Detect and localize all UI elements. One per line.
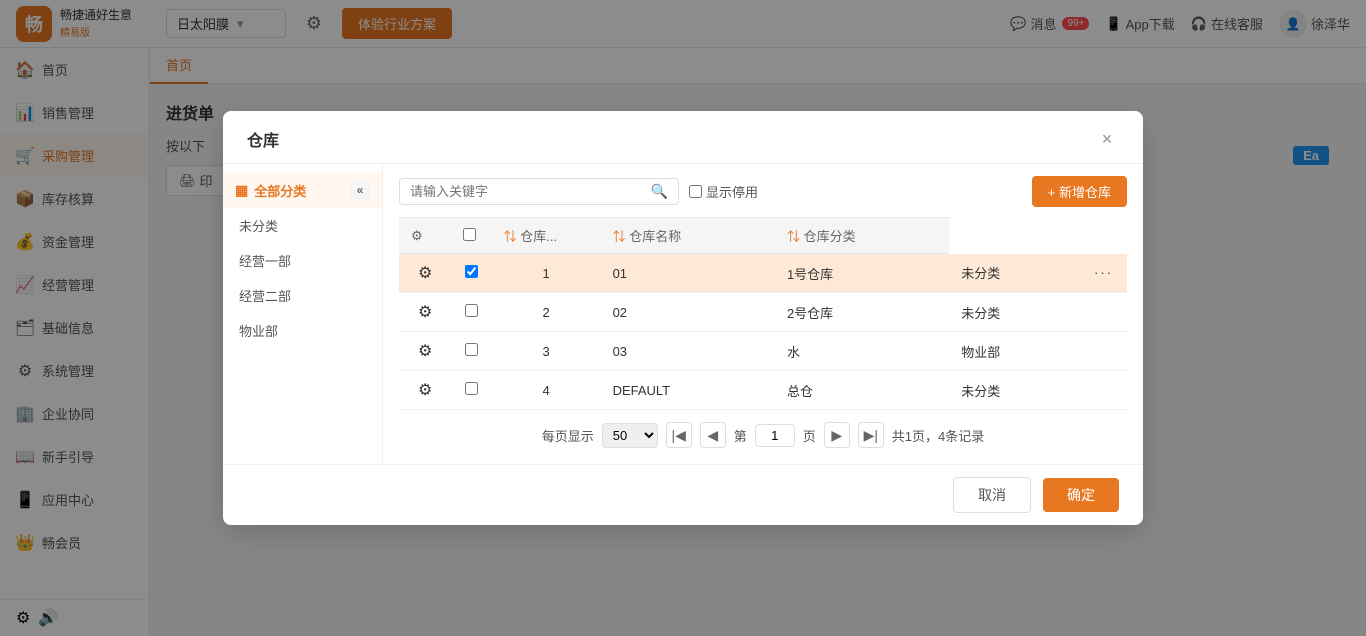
col-settings-icon: ⚙ [411, 228, 423, 243]
th-category: ⇅ 仓库分类 [775, 218, 949, 254]
th-code: ⇅ 仓库... [492, 218, 601, 254]
row-name-3: 总仓 [775, 371, 949, 410]
row-category-0: 未分类 [949, 254, 1080, 293]
modal-close-btn[interactable]: × [1095, 127, 1119, 151]
page-next-btn[interactable]: ▶ [824, 422, 850, 448]
table-head: ⚙ ⇅ 仓库... ⇅ 仓库名称 [399, 218, 1127, 254]
th-settings: ⚙ [399, 218, 451, 254]
row-checkbox-0[interactable] [465, 265, 478, 278]
row-code-2: 03 [601, 332, 775, 371]
page-label: 第 [734, 426, 747, 445]
row-more-0[interactable]: ··· [1080, 254, 1127, 293]
sort-icon-cat: ⇅ [787, 229, 800, 244]
warehouse-modal: 仓库 × ▦ 全部分类 « 未分类 经营一部 经营二部 物业部 [223, 111, 1143, 525]
per-page-select[interactable]: 50 10 20 100 [602, 423, 658, 448]
modal-overlay: 仓库 × ▦ 全部分类 « 未分类 经营一部 经营二部 物业部 [0, 0, 1366, 636]
warehouse-tbody: ⚙ 1 01 1号仓库 未分类 ··· ⚙ 2 02 2号仓库 未分类 ⚙ 3 [399, 254, 1127, 410]
row-category-3: 未分类 [949, 371, 1080, 410]
show-disabled-text: 显示停用 [706, 182, 758, 201]
th-name: ⇅ 仓库名称 [601, 218, 775, 254]
row-more-2[interactable] [1080, 332, 1127, 371]
row-name-0: 1号仓库 [775, 254, 949, 293]
row-more-3[interactable] [1080, 371, 1127, 410]
page-input[interactable] [755, 424, 795, 447]
warehouse-table: ⚙ ⇅ 仓库... ⇅ 仓库名称 [399, 217, 1127, 410]
row-settings-0[interactable]: ⚙ [399, 254, 451, 293]
row-index-1: 2 [492, 293, 601, 332]
category-unclassified[interactable]: 未分类 [223, 208, 382, 243]
th-check [451, 218, 491, 254]
show-disabled-label[interactable]: 显示停用 [689, 182, 758, 201]
category-panel: ▦ 全部分类 « 未分类 经营一部 经营二部 物业部 [223, 164, 383, 464]
modal-footer: 取消 确定 [223, 464, 1143, 525]
modal-header: 仓库 × [223, 111, 1143, 164]
cancel-button[interactable]: 取消 [953, 477, 1031, 513]
row-category-2: 物业部 [949, 332, 1080, 371]
row-checkbox-2[interactable] [465, 343, 478, 356]
table-panel: 🔍 显示停用 + 新增仓库 ⚙ [383, 164, 1143, 464]
row-name-2: 水 [775, 332, 949, 371]
row-more-1[interactable] [1080, 293, 1127, 332]
row-code-0: 01 [601, 254, 775, 293]
row-category-1: 未分类 [949, 293, 1080, 332]
row-settings-3[interactable]: ⚙ [399, 371, 451, 410]
category-all-item[interactable]: ▦ 全部分类 « [223, 172, 382, 208]
search-input[interactable] [410, 184, 651, 199]
page-first-btn[interactable]: |◀ [666, 422, 692, 448]
confirm-button[interactable]: 确定 [1043, 478, 1119, 512]
sort-icon-code: ⇅ [504, 229, 517, 244]
row-name-1: 2号仓库 [775, 293, 949, 332]
row-code-1: 02 [601, 293, 775, 332]
table-header-row: ⚙ ⇅ 仓库... ⇅ 仓库名称 [399, 218, 1127, 254]
table-toolbar: 🔍 显示停用 + 新增仓库 [399, 176, 1127, 207]
row-check-1 [451, 293, 491, 332]
per-page-label: 每页显示 [542, 426, 594, 445]
show-disabled-checkbox[interactable] [689, 185, 702, 198]
modal-body: ▦ 全部分类 « 未分类 经营一部 经营二部 物业部 🔍 [223, 164, 1143, 464]
category-dept1[interactable]: 经营一部 [223, 243, 382, 278]
table-row[interactable]: ⚙ 4 DEFAULT 总仓 未分类 [399, 371, 1127, 410]
collapse-btn[interactable]: « [350, 180, 370, 200]
category-property[interactable]: 物业部 [223, 313, 382, 348]
row-checkbox-3[interactable] [465, 382, 478, 395]
row-settings-1[interactable]: ⚙ [399, 293, 451, 332]
row-checkbox-1[interactable] [465, 304, 478, 317]
row-check-2 [451, 332, 491, 371]
page-last-btn[interactable]: ▶| [858, 422, 884, 448]
pagination: 每页显示 50 10 20 100 |◀ ◀ 第 页 ▶ ▶| 共1页，4条记录 [399, 410, 1127, 452]
row-settings-2[interactable]: ⚙ [399, 332, 451, 371]
category-all-label: 全部分类 [254, 181, 306, 200]
category-all-grid-icon: ▦ [235, 182, 248, 199]
row-check-0 [451, 254, 491, 293]
row-check-3 [451, 371, 491, 410]
row-index-3: 4 [492, 371, 601, 410]
row-code-3: DEFAULT [601, 371, 775, 410]
modal-title: 仓库 [247, 127, 279, 151]
search-icon[interactable]: 🔍 [651, 183, 668, 200]
page-prev-btn[interactable]: ◀ [700, 422, 726, 448]
table-row[interactable]: ⚙ 2 02 2号仓库 未分类 [399, 293, 1127, 332]
sort-icon-name: ⇅ [613, 229, 626, 244]
select-all-checkbox[interactable] [463, 228, 476, 241]
search-input-wrap: 🔍 [399, 178, 679, 205]
row-index-0: 1 [492, 254, 601, 293]
row-index-2: 3 [492, 332, 601, 371]
total-label: 共1页，4条记录 [892, 426, 984, 445]
add-warehouse-btn[interactable]: + 新增仓库 [1032, 176, 1127, 207]
category-dept2[interactable]: 经营二部 [223, 278, 382, 313]
page-suffix: 页 [803, 426, 816, 445]
table-row[interactable]: ⚙ 1 01 1号仓库 未分类 ··· [399, 254, 1127, 293]
table-row[interactable]: ⚙ 3 03 水 物业部 [399, 332, 1127, 371]
